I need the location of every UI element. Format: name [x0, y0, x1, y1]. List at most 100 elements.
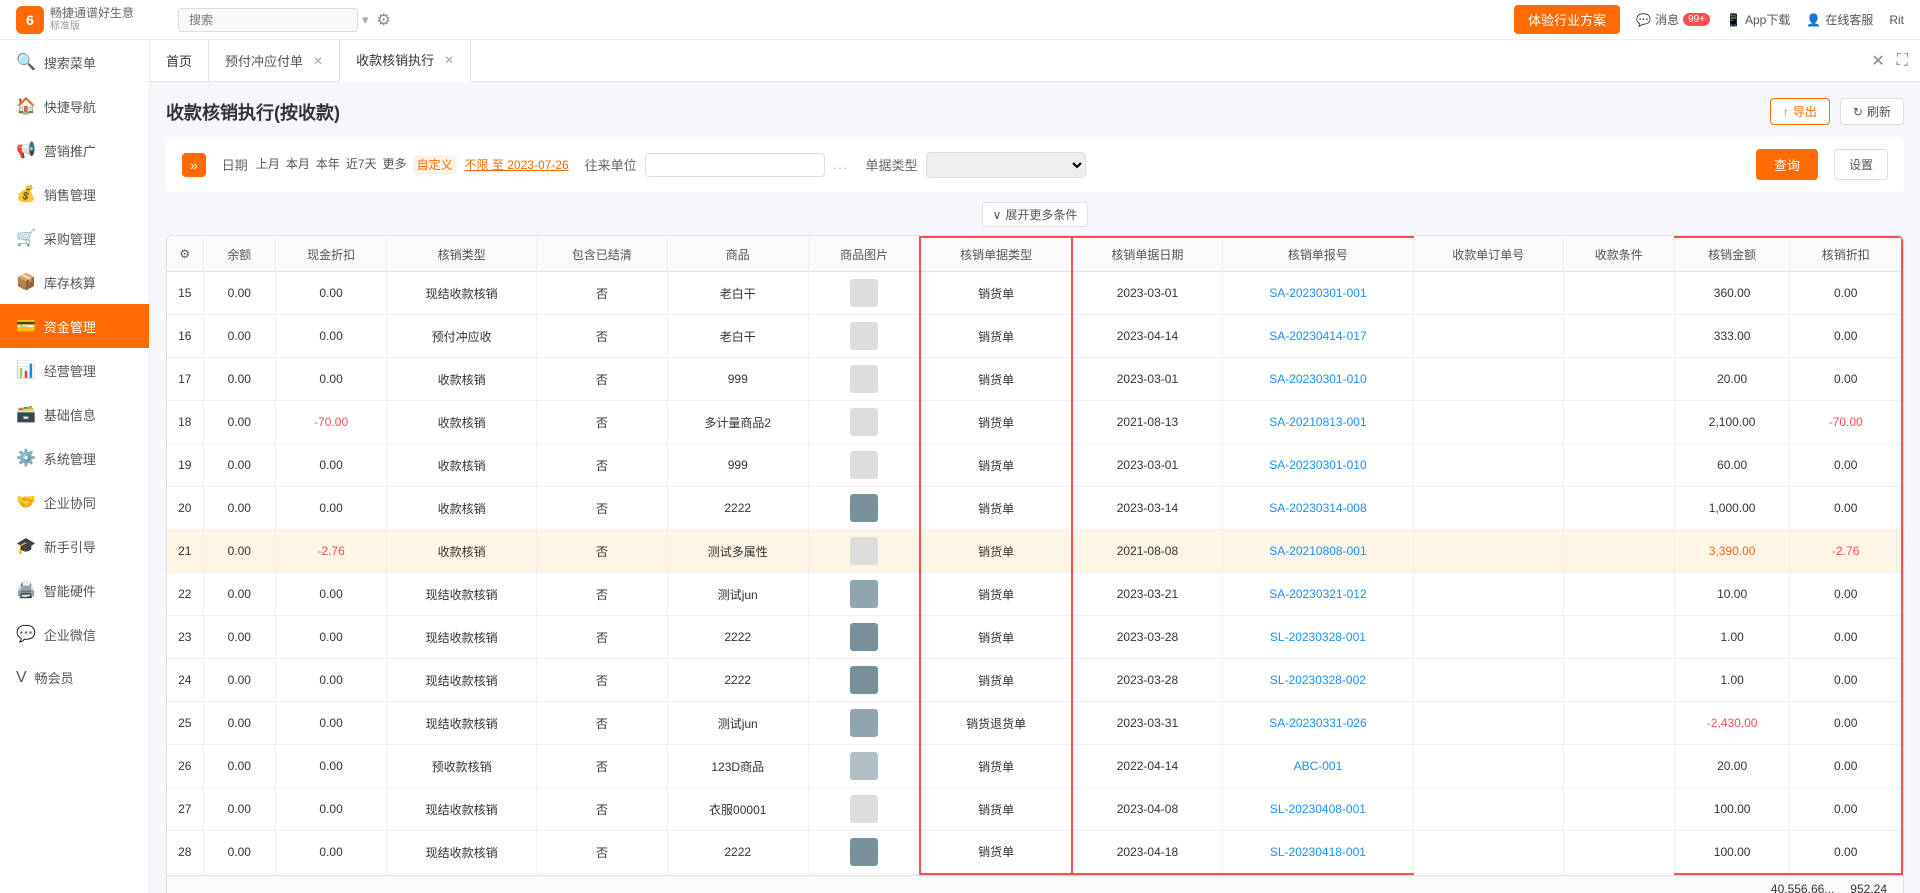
sidebar-item-sales[interactable]: 💰 销售管理: [0, 172, 149, 216]
date-label: 日期: [222, 155, 248, 174]
maximize-icon[interactable]: ⛶: [1893, 48, 1912, 74]
cell-balance: 0.00: [203, 831, 276, 874]
settings-icon[interactable]: ⚙: [179, 247, 190, 261]
cell-type: 现结收款核销: [387, 788, 537, 831]
bill-no-link[interactable]: ABC-001: [1294, 759, 1343, 773]
bill-no-link[interactable]: SA-20230301-001: [1269, 286, 1366, 300]
date-this-month[interactable]: 本月: [286, 155, 310, 174]
cell-discount: 0.00: [1790, 788, 1902, 831]
query-btn[interactable]: 查询: [1756, 149, 1818, 180]
cell-receipt-no: [1413, 788, 1563, 831]
cell-goods-img: [808, 702, 920, 745]
sidebar-item-collab[interactable]: 🤝 企业协同: [0, 480, 149, 524]
cell-settled: 否: [537, 573, 668, 616]
filter-billtype-group: 单据类型: [866, 152, 1086, 178]
sidebar-item-operations[interactable]: 📊 经营管理: [0, 348, 149, 392]
billtype-select[interactable]: [926, 152, 1086, 178]
tab-controls: ✕ ⛶: [1867, 47, 1920, 75]
cell-type: 收款核销: [387, 487, 537, 530]
sidebar-item-basic[interactable]: 🗃️ 基础信息: [0, 392, 149, 436]
search-input[interactable]: [178, 8, 358, 32]
bill-no-link[interactable]: SA-20230331-026: [1269, 716, 1366, 730]
bill-no-link[interactable]: SA-20230301-010: [1269, 372, 1366, 386]
cell-bill-type: 销货单: [920, 358, 1071, 401]
date-more[interactable]: 更多: [383, 155, 407, 174]
sidebar-item-quicknav[interactable]: 🏠 快捷导航: [0, 84, 149, 128]
close-window-icon[interactable]: ✕: [1867, 47, 1888, 75]
cell-discount: 0.00: [1790, 315, 1902, 358]
bill-no-link[interactable]: SL-20230328-001: [1270, 630, 1366, 644]
tab-receipts[interactable]: 收款核销执行 ✕: [340, 40, 471, 82]
sidebar-item-guide[interactable]: 🎓 新手引导: [0, 524, 149, 568]
counterparty-input[interactable]: [645, 153, 825, 177]
cell-discount: 0.00: [1790, 487, 1902, 530]
bill-no-link[interactable]: SL-20230418-001: [1270, 845, 1366, 859]
product-image: [850, 709, 878, 737]
sidebar-item-wechat[interactable]: 💬 企业微信: [0, 612, 149, 656]
bill-no-link[interactable]: SA-20210808-001: [1269, 544, 1366, 558]
date-last-month[interactable]: 上月: [256, 155, 280, 174]
sidebar-label: 企业协同: [44, 493, 96, 512]
date-range: 不限 至 2023-07-26: [465, 156, 569, 173]
sidebar-item-member[interactable]: V 畅会员: [0, 656, 149, 699]
th-bill-type: 核销单据类型: [920, 237, 1071, 272]
bill-no-link[interactable]: SL-20230328-002: [1270, 673, 1366, 687]
user-name[interactable]: Rit: [1889, 13, 1904, 27]
cell-goods-img: [808, 659, 920, 702]
bill-no-link[interactable]: SA-20230301-010: [1269, 458, 1366, 472]
cell-settled: 否: [537, 788, 668, 831]
sidebar-item-hardware[interactable]: 🖨️ 智能硬件: [0, 568, 149, 612]
date-custom[interactable]: 自定义: [413, 155, 457, 174]
cell-amount: 10.00: [1674, 573, 1790, 616]
cell-bill-date: 2023-03-28: [1072, 659, 1223, 702]
cell-goods: 2222: [667, 616, 808, 659]
cell-receipt-cond: [1563, 358, 1674, 401]
sidebar-item-purchase[interactable]: 🛒 采购管理: [0, 216, 149, 260]
product-image: [850, 408, 878, 436]
tab-close-receipts[interactable]: ✕: [444, 53, 454, 67]
cell-balance: 0.00: [203, 659, 276, 702]
date-7days[interactable]: 近7天: [346, 155, 377, 174]
dropdown-arrow-icon[interactable]: ▾: [362, 12, 369, 28]
refresh-btn[interactable]: ↻ 刷新: [1840, 98, 1904, 125]
sidebar-item-inventory[interactable]: 📦 库存核算: [0, 260, 149, 304]
sidebar-label: 系统管理: [44, 449, 96, 468]
tab-prepay[interactable]: 预付冲应付单 ✕: [209, 40, 340, 82]
tab-home[interactable]: 首页: [150, 40, 209, 82]
expand-conditions-btn[interactable]: ∨ 展开更多条件: [982, 202, 1089, 227]
message-action[interactable]: 💬 消息 99+: [1636, 11, 1710, 28]
bill-no-link[interactable]: SA-20230321-012: [1269, 587, 1366, 601]
expand-icon: ∨: [993, 208, 1002, 222]
amount-total: 40,556,66...: [1771, 882, 1834, 893]
sidebar-item-system[interactable]: ⚙️ 系统管理: [0, 436, 149, 480]
sidebar-label: 资金管理: [44, 317, 96, 336]
cell-bill-date: 2021-08-13: [1072, 401, 1223, 444]
cell-bill-no: SA-20230301-010: [1223, 358, 1414, 401]
counterparty-dots[interactable]: ...: [833, 157, 850, 172]
sidebar-item-marketing[interactable]: 📢 营销推广: [0, 128, 149, 172]
filter-toggle-btn[interactable]: »: [182, 153, 206, 177]
cell-bill-date: 2023-04-18: [1072, 831, 1223, 874]
export-btn[interactable]: ↑ 导出: [1770, 98, 1830, 125]
cell-receipt-no: [1413, 272, 1563, 315]
sidebar-item-finance[interactable]: 💳 资金管理: [0, 304, 149, 348]
bill-no-link[interactable]: SA-20210813-001: [1269, 415, 1366, 429]
bill-no-link[interactable]: SA-20230414-017: [1269, 329, 1366, 343]
cell-no: 27: [167, 788, 203, 831]
tab-close-prepay[interactable]: ✕: [313, 54, 323, 68]
bill-no-link[interactable]: SL-20230408-001: [1270, 802, 1366, 816]
date-this-year[interactable]: 本年: [316, 155, 340, 174]
app-download-action[interactable]: 📱 App下载: [1726, 11, 1790, 28]
sidebar-item-search[interactable]: 🔍 搜索菜单: [0, 40, 149, 84]
inventory-icon: 📦: [16, 272, 36, 292]
table-scroll[interactable]: ⚙ 余额 现金折扣 核销类型 包含已结清 商品 商品图片 核销单据类型 核销单据…: [167, 236, 1903, 875]
cell-balance: 0.00: [203, 401, 276, 444]
th-config: ⚙: [167, 237, 203, 272]
cell-settled: 否: [537, 401, 668, 444]
gear-icon[interactable]: ⚙: [377, 10, 391, 30]
setting-btn[interactable]: 设置: [1834, 149, 1888, 180]
online-service-action[interactable]: 👤 在线客服: [1806, 11, 1873, 28]
bill-no-link[interactable]: SA-20230314-008: [1269, 501, 1366, 515]
industry-btn[interactable]: 体验行业方案: [1514, 5, 1620, 34]
purchase-icon: 🛒: [16, 228, 36, 248]
